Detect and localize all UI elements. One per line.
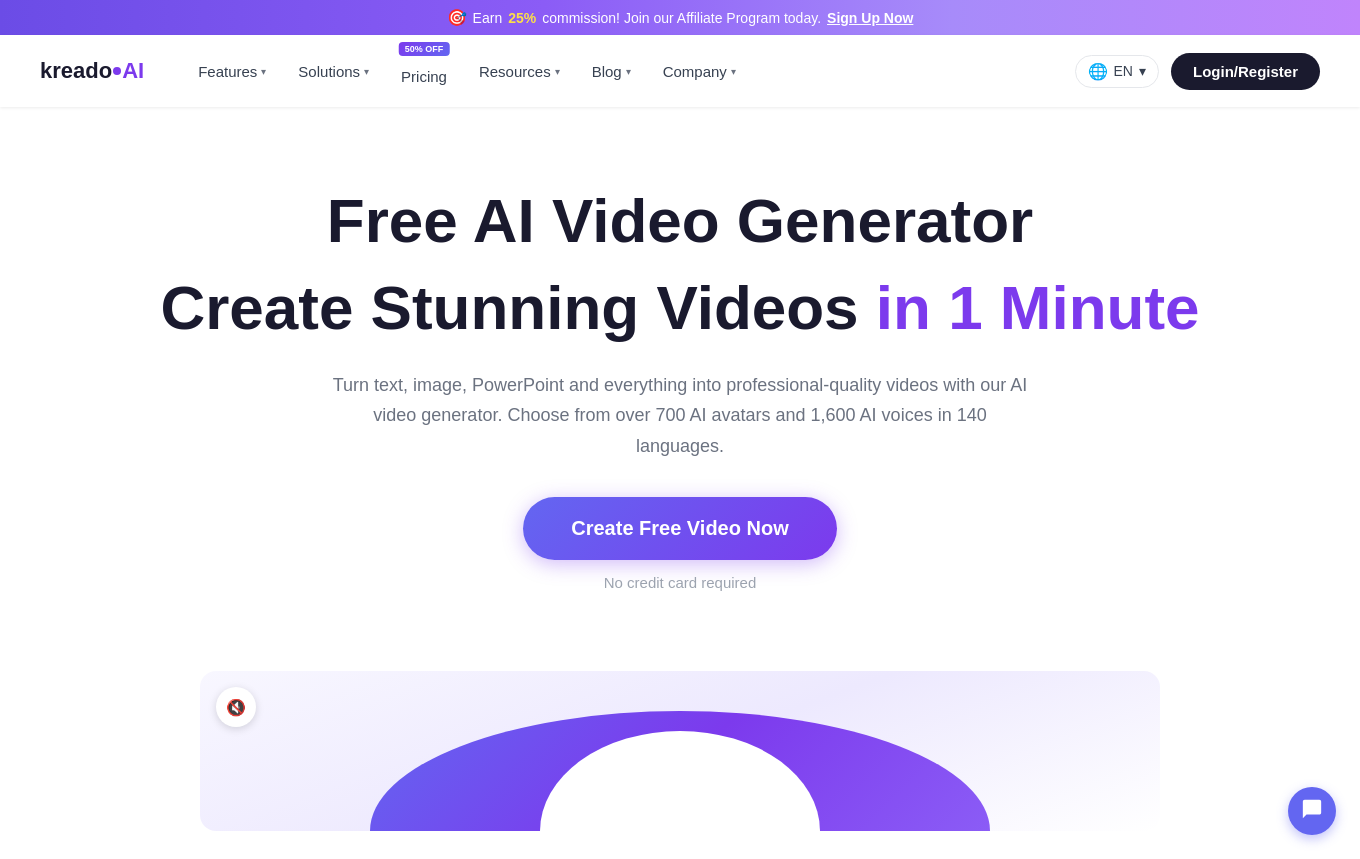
- nav-links: Features ▾ Solutions ▾ 50% OFF Pricing R…: [184, 50, 1074, 93]
- pricing-badge: 50% OFF: [399, 42, 450, 56]
- resources-chevron-icon: ▾: [555, 66, 560, 77]
- banner-suffix: commission! Join our Affiliate Program t…: [542, 10, 821, 26]
- logo-ai: AI: [122, 58, 144, 84]
- logo-kreado: kreado: [40, 58, 112, 84]
- nav-resources-label: Resources: [479, 63, 551, 80]
- video-arch: [200, 671, 1160, 831]
- mute-icon: 🔇: [226, 698, 246, 717]
- banner-prefix: Earn: [473, 10, 503, 26]
- banner-signup-link[interactable]: Sign Up Now: [827, 10, 913, 26]
- hero-section: Free AI Video Generator Create Stunning …: [0, 107, 1360, 631]
- nav-item-company[interactable]: Company ▾: [649, 55, 750, 88]
- nav-item-resources[interactable]: Resources ▾: [465, 55, 574, 88]
- nav-features-label: Features: [198, 63, 257, 80]
- globe-icon: 🌐: [1088, 62, 1108, 81]
- navbar: kreado AI Features ▾ Solutions ▾ 50% OFF …: [0, 35, 1360, 107]
- banner-highlight: 25%: [508, 10, 536, 26]
- lang-chevron-icon: ▾: [1139, 63, 1146, 79]
- chat-widget[interactable]: [1288, 787, 1336, 831]
- nav-right: 🌐 EN ▾ Login/Register: [1075, 53, 1320, 90]
- features-chevron-icon: ▾: [261, 66, 266, 77]
- nav-item-solutions[interactable]: Solutions ▾: [284, 55, 383, 88]
- solutions-chevron-icon: ▾: [364, 66, 369, 77]
- login-register-button[interactable]: Login/Register: [1171, 53, 1320, 90]
- nav-solutions-label: Solutions: [298, 63, 360, 80]
- logo-dot: [113, 67, 121, 75]
- arch-shape: [370, 711, 990, 831]
- lang-selector[interactable]: 🌐 EN ▾: [1075, 55, 1159, 88]
- video-section: 🔇: [180, 671, 1180, 831]
- hero-subtitle: Turn text, image, PowerPoint and everyth…: [330, 370, 1030, 462]
- nav-item-blog[interactable]: Blog ▾: [578, 55, 645, 88]
- nav-blog-label: Blog: [592, 63, 622, 80]
- hero-title-line1: Free AI Video Generator: [40, 187, 1320, 255]
- logo[interactable]: kreado AI: [40, 58, 144, 84]
- company-chevron-icon: ▾: [731, 66, 736, 77]
- nav-pricing-label: Pricing: [401, 68, 447, 85]
- chat-icon: [1301, 798, 1323, 825]
- blog-chevron-icon: ▾: [626, 66, 631, 77]
- no-credit-label: No credit card required: [40, 574, 1320, 591]
- hero-title-line2-prefix: Create Stunning Videos: [160, 273, 875, 342]
- top-banner: 🎯 Earn 25% commission! Join our Affiliat…: [0, 0, 1360, 35]
- lang-label: EN: [1114, 63, 1133, 79]
- arch-inner: [540, 731, 820, 831]
- create-free-video-button[interactable]: Create Free Video Now: [523, 497, 836, 560]
- video-container: 🔇: [200, 671, 1160, 831]
- banner-icon: 🎯: [447, 8, 467, 27]
- nav-item-pricing[interactable]: 50% OFF Pricing: [387, 50, 461, 93]
- hero-title-line2: Create Stunning Videos in 1 Minute: [40, 271, 1320, 345]
- hero-title-line2-accent: in 1 Minute: [876, 273, 1200, 342]
- nav-company-label: Company: [663, 63, 727, 80]
- nav-item-features[interactable]: Features ▾: [184, 55, 280, 88]
